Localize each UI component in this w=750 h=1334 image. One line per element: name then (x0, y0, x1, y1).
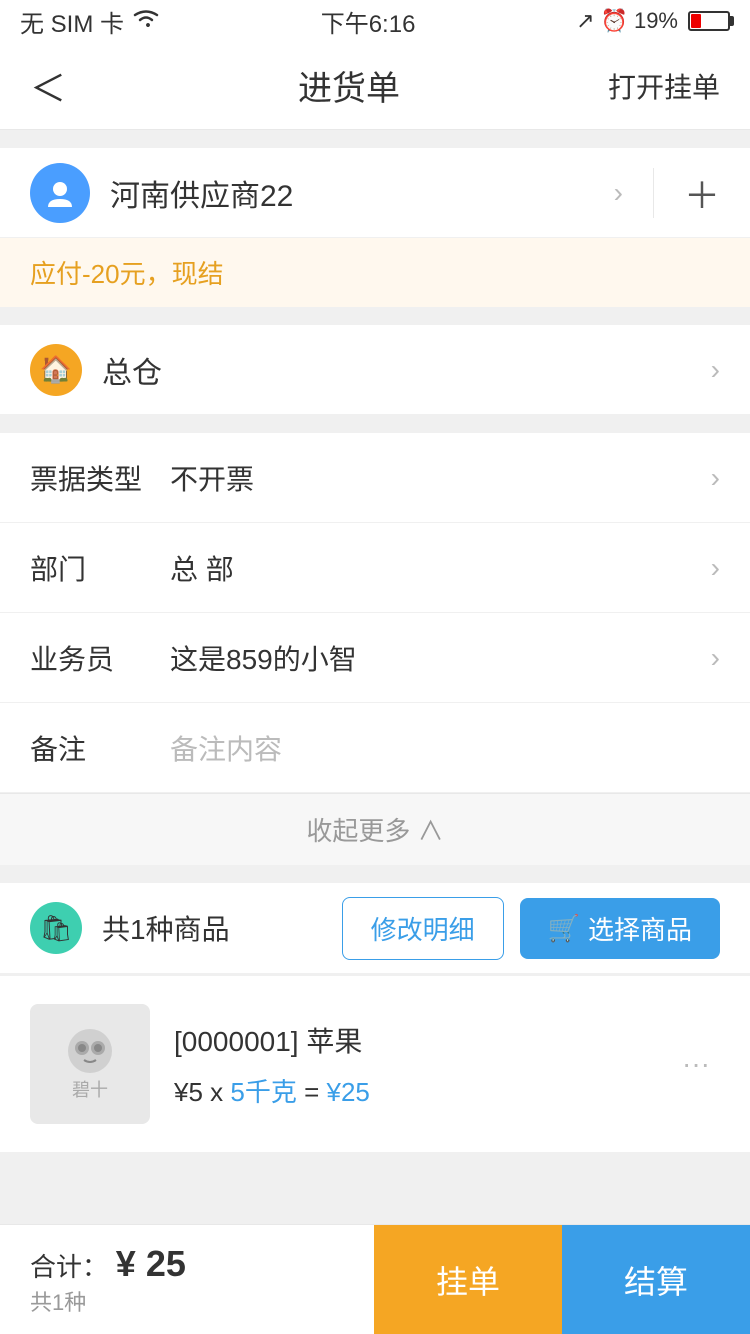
warehouse-row[interactable]: 🏠 总仓 › (0, 325, 750, 415)
price-multiply: x (210, 1077, 230, 1107)
open-hang-button[interactable]: 打开挂单 (608, 66, 720, 106)
section-divider-1 (0, 130, 750, 148)
page-title: 进货单 (298, 61, 400, 110)
warehouse-name: 总仓 (102, 348, 711, 392)
salesperson-label: 业务员 (30, 638, 170, 678)
product-info: [0000001] 苹果 ¥5 x 5千克 = ¥25 (174, 1020, 672, 1109)
product-price: ¥5 x 5千克 = ¥25 (174, 1072, 672, 1109)
section-divider-3 (0, 415, 750, 433)
salesperson-value: 这是859的小智 (170, 638, 711, 678)
status-left: 无 SIM 卡 (20, 4, 160, 39)
salesperson-row[interactable]: 业务员 这是859的小智 › (0, 613, 750, 703)
products-header: 🛍 共1种商品 修改明细 🛒 选择商品 (0, 883, 750, 973)
form-section: 票据类型 不开票 › 部门 总 部 › 业务员 这是859的小智 › 备注 备注… (0, 433, 750, 793)
product-qty: 5千克 (230, 1077, 296, 1107)
carrier-text: 无 SIM 卡 (20, 4, 124, 39)
salesperson-arrow-icon: › (711, 642, 720, 674)
section-divider-2 (0, 307, 750, 325)
product-more-button[interactable]: ··· (672, 1038, 720, 1090)
total-row: 合计： ¥ 25 (30, 1243, 344, 1285)
department-row[interactable]: 部门 总 部 › (0, 523, 750, 613)
total-label: 合计： (30, 1252, 108, 1282)
select-product-button[interactable]: 🛒 选择商品 (520, 898, 720, 959)
status-time: 下午6:16 (321, 4, 416, 39)
products-icon-bg: 🛍 (30, 902, 82, 954)
remark-label: 备注 (30, 728, 170, 768)
product-item: 碧十 [0000001] 苹果 ¥5 x 5千克 = ¥25 ··· (0, 975, 750, 1152)
supplier-name: 河南供应商22 (110, 171, 614, 215)
total-count: 共1种 (30, 1285, 344, 1317)
product-total: ¥25 (327, 1077, 370, 1107)
edit-details-button[interactable]: 修改明细 (342, 897, 504, 960)
add-supplier-button[interactable]: ＋ (684, 167, 720, 219)
select-product-label: 选择商品 (588, 910, 692, 947)
battery-percent: 19% (634, 8, 678, 34)
total-amount: ¥ 25 (116, 1243, 186, 1284)
cart-icon: 🛒 (548, 913, 580, 944)
back-button[interactable]: ＜ (30, 60, 90, 112)
product-placeholder-text: 碧十 (72, 1076, 108, 1102)
supplier-avatar (30, 163, 90, 223)
department-value: 总 部 (170, 548, 711, 588)
department-label: 部门 (30, 548, 170, 588)
total-section: 合计： ¥ 25 共1种 (0, 1243, 374, 1317)
status-bar: 无 SIM 卡 下午6:16 ↗ ⏰ 19% (0, 0, 750, 42)
section-divider-4 (0, 865, 750, 883)
notice-text: 应付-20元，现结 (30, 259, 224, 289)
wifi-icon (132, 7, 160, 36)
supplier-vertical-divider (653, 168, 654, 218)
invoice-type-row[interactable]: 票据类型 不开票 › (0, 433, 750, 523)
supplier-section: 河南供应商22 › ＋ 应付-20元，现结 (0, 148, 750, 307)
product-code: [0000001] (174, 1026, 299, 1057)
remark-input[interactable]: 备注内容 (170, 728, 720, 768)
invoice-type-value: 不开票 (170, 458, 711, 498)
location-icon: ↗ (576, 8, 594, 34)
collapse-button[interactable]: 收起更多 ∧ (0, 793, 750, 865)
bottom-spacer (0, 1152, 750, 1172)
warehouse-icon: 🏠 (40, 354, 72, 385)
alarm-icon: ⏰ (601, 8, 628, 34)
product-name: [0000001] 苹果 (174, 1020, 672, 1060)
warehouse-arrow-icon: › (711, 354, 720, 386)
settle-button[interactable]: 结算 (562, 1225, 750, 1334)
department-arrow-icon: › (711, 552, 720, 584)
supplier-arrow-icon: › (614, 177, 623, 209)
product-image: 碧十 (30, 1004, 150, 1124)
hang-button[interactable]: 挂单 (374, 1225, 562, 1334)
notice-bar: 应付-20元，现结 (0, 238, 750, 307)
battery-icon (688, 11, 730, 31)
status-right: ↗ ⏰ 19% (576, 8, 730, 34)
product-name-text: 苹果 (306, 1026, 362, 1057)
invoice-type-arrow-icon: › (711, 462, 720, 494)
bag-icon: 🛍 (39, 913, 72, 944)
warehouse-icon-bg: 🏠 (30, 344, 82, 396)
price-equals: = (304, 1077, 326, 1107)
remark-row[interactable]: 备注 备注内容 (0, 703, 750, 793)
invoice-type-label: 票据类型 (30, 458, 170, 498)
collapse-text: 收起更多 ∧ (306, 811, 443, 848)
warehouse-section: 🏠 总仓 › (0, 325, 750, 415)
nav-bar: ＜ 进货单 打开挂单 (0, 42, 750, 130)
products-count: 共1种商品 (102, 908, 342, 948)
supplier-row[interactable]: 河南供应商22 › ＋ (0, 148, 750, 238)
product-unit-price: ¥5 (174, 1077, 203, 1107)
bottom-bar: 合计： ¥ 25 共1种 挂单 结算 (0, 1224, 750, 1334)
